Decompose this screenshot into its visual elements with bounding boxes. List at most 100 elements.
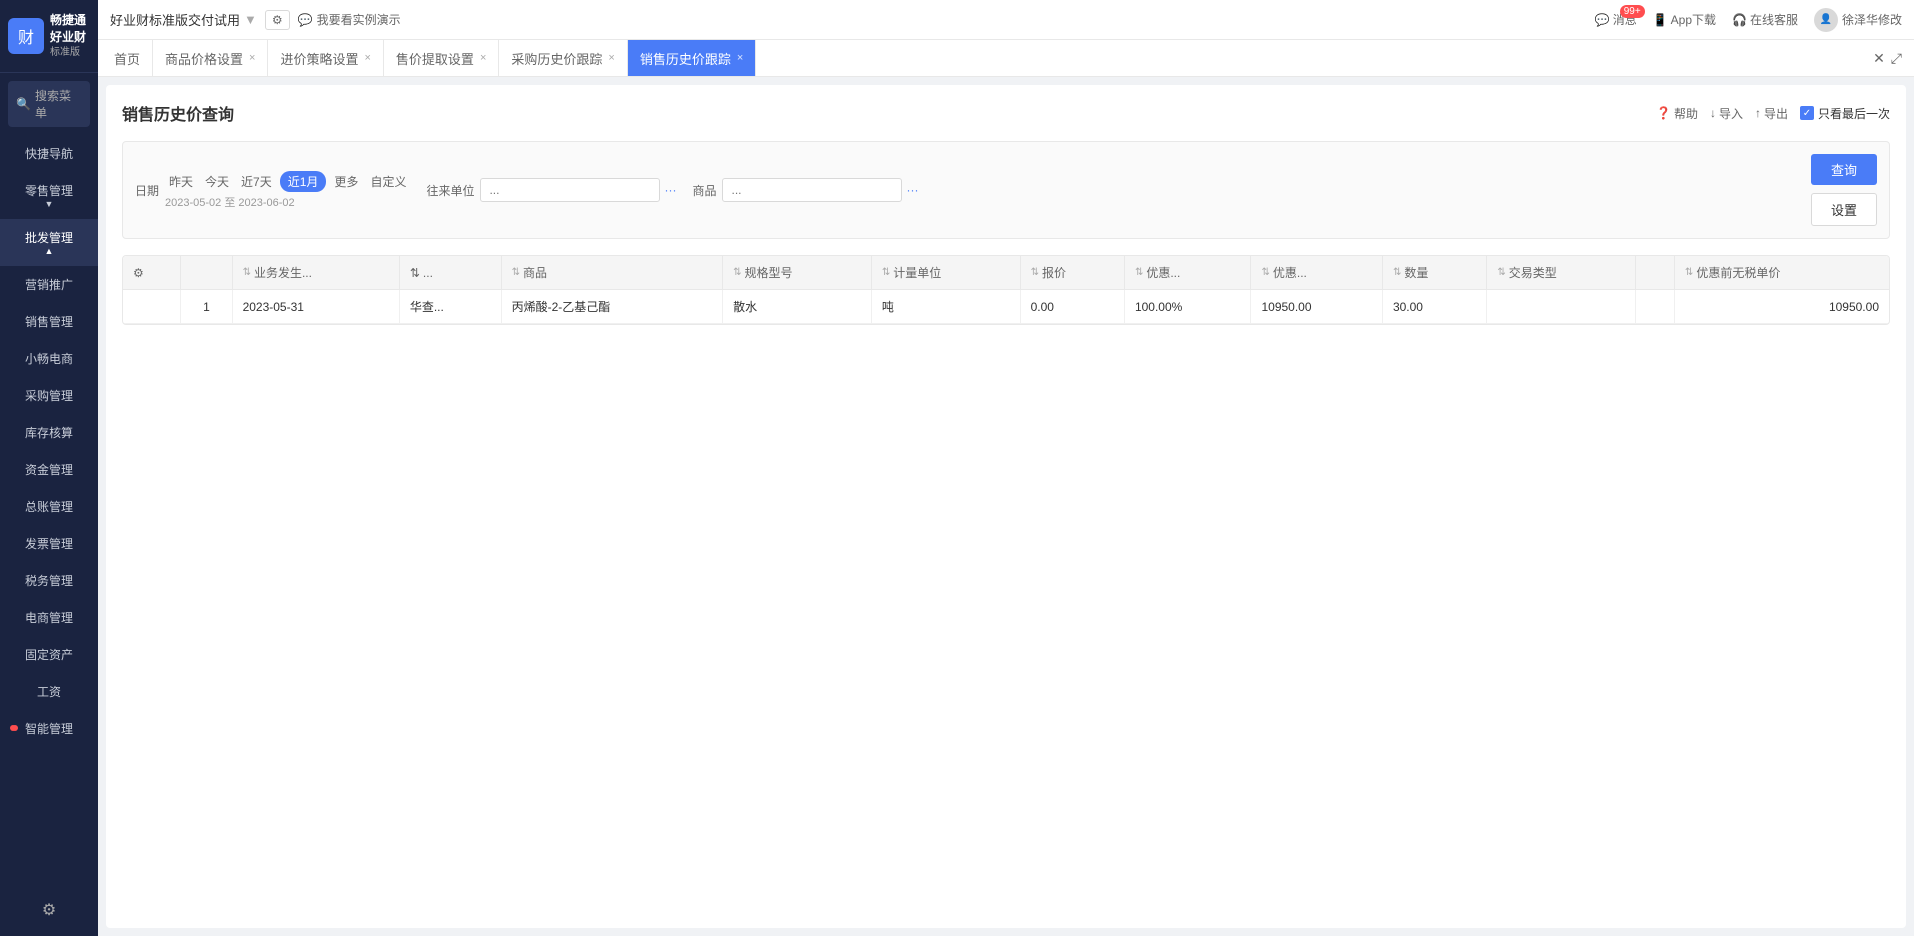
sidebar-settings-button[interactable]: ⚙ <box>8 892 90 928</box>
sidebar-item-wholesale[interactable]: 批发管理 ▲ <box>0 219 98 266</box>
col-date[interactable]: ⇅ 业务发生... <box>232 256 399 290</box>
tab-purchase-strategy[interactable]: 进价策略设置 × <box>268 40 383 76</box>
sidebar-item-retail[interactable]: 零售管理 ▼ <box>0 172 98 219</box>
ecom-small-label: 小畅电商 <box>25 350 73 367</box>
help-button[interactable]: ❓ 帮助 <box>1656 105 1698 122</box>
tab-price-settings[interactable]: 商品价格设置 × <box>153 40 268 76</box>
date-opt-more[interactable]: 更多 <box>330 171 362 192</box>
table-row: 1 2023-05-31 华查... 丙烯酸-2-乙基己酯 散水 吨 0.00 … <box>123 290 1889 324</box>
only-last-checkbox[interactable]: ✓ 只看最后一次 <box>1800 105 1890 122</box>
source-unit-group: 往来单位 ··· <box>426 178 676 202</box>
col-unit[interactable]: ⇅计量单位 <box>871 256 1020 290</box>
col-qty[interactable]: ⇅数量 <box>1382 256 1486 290</box>
col-qty-label: 数量 <box>1404 264 1428 281</box>
col-more[interactable]: ⇅... <box>399 256 501 290</box>
col-price-label: 报价 <box>1042 264 1066 281</box>
finance-label: 资金管理 <box>25 461 73 478</box>
tab-sales-history-close[interactable]: × <box>737 52 743 64</box>
user-menu[interactable]: 👤 徐泽华修改 <box>1814 8 1902 32</box>
tab-sale-extract[interactable]: 售价提取设置 × <box>384 40 499 76</box>
tab-price-settings-label: 商品价格设置 <box>165 49 243 68</box>
data-table: ⚙ ⇅ 业务发生... ⇅... ⇅商品 <box>123 256 1889 324</box>
source-unit-more[interactable]: ··· <box>664 183 676 197</box>
date-opt-custom[interactable]: 自定义 <box>366 171 410 192</box>
sidebar-item-invoice[interactable]: 发票管理 <box>0 525 98 562</box>
sidebar-item-ecom-small[interactable]: 小畅电商 <box>0 340 98 377</box>
help-label: 帮助 <box>1674 105 1698 122</box>
sidebar-item-assets[interactable]: 固定资产 <box>0 636 98 673</box>
page-title: 销售历史价查询 <box>122 101 234 125</box>
col-pretax[interactable]: ⇅优惠前无税单价 <box>1674 256 1889 290</box>
sidebar-search[interactable]: 🔍 搜索菜单 <box>0 73 98 135</box>
user-avatar: 👤 <box>1814 8 1838 32</box>
product-more[interactable]: ··· <box>906 183 918 197</box>
only-last-label: 只看最后一次 <box>1818 105 1890 122</box>
export-button[interactable]: ↑ 导出 <box>1755 105 1788 122</box>
source-unit-input[interactable] <box>480 178 660 202</box>
date-opt-today[interactable]: 今天 <box>201 171 233 192</box>
version-label: 标准版 <box>50 46 90 60</box>
page-header: 销售历史价查询 ❓ 帮助 ↓ 导入 ↑ 导出 ✓ 只看最后一次 <box>122 101 1890 125</box>
product-input[interactable] <box>722 178 902 202</box>
purchase-label: 采购管理 <box>25 387 73 404</box>
col-settings[interactable]: ⚙ <box>123 256 181 290</box>
sidebar-item-sales[interactable]: 销售管理 <box>0 303 98 340</box>
col-price[interactable]: ⇅报价 <box>1020 256 1124 290</box>
row-product: 丙烯酸-2-乙基己酯 <box>501 290 722 324</box>
source-unit-input-wrap: ··· <box>480 178 676 202</box>
date-label: 日期 <box>135 182 159 199</box>
date-range-display: 2023-05-02 至 2023-06-02 <box>165 194 410 210</box>
tab-sales-history[interactable]: 销售历史价跟踪 × <box>628 40 756 76</box>
sidebar-logo: 财 畅捷通好业财 标准版 <box>0 0 98 73</box>
import-button[interactable]: ↓ 导入 <box>1710 105 1743 122</box>
col-product[interactable]: ⇅商品 <box>501 256 722 290</box>
content-area: 销售历史价查询 ❓ 帮助 ↓ 导入 ↑ 导出 ✓ 只看最后一次 <box>106 85 1906 928</box>
sidebar-item-ecom[interactable]: 电商管理 <box>0 599 98 636</box>
filter-settings-button[interactable]: 设置 <box>1811 193 1877 226</box>
topbar-settings-button[interactable]: ⚙ <box>265 10 290 30</box>
sidebar-item-finance[interactable]: 资金管理 <box>0 451 98 488</box>
date-opt-1month[interactable]: 近1月 <box>280 171 327 192</box>
topbar-dropdown-icon: ▼ <box>244 12 257 27</box>
brand-name: 畅捷通好业财 <box>50 12 90 46</box>
app-download-button[interactable]: 📱 App下载 <box>1653 11 1716 28</box>
tab-price-settings-close[interactable]: × <box>249 52 255 64</box>
tab-home[interactable]: 首页 <box>102 40 153 76</box>
retail-label: 零售管理 <box>25 182 73 199</box>
tab-purchase-history-label: 采购历史价跟踪 <box>511 49 602 68</box>
sidebar-item-general[interactable]: 总账管理 <box>0 488 98 525</box>
date-opt-yesterday[interactable]: 昨天 <box>165 171 197 192</box>
col-spec[interactable]: ⇅规格型号 <box>723 256 872 290</box>
topbar-right: 💬 消息 99+ 📱 App下载 🎧 在线客服 👤 徐泽华修改 <box>1595 8 1902 32</box>
sidebar-item-smart[interactable]: 智能管理 <box>0 710 98 747</box>
sidebar-item-inventory[interactable]: 库存核算 <box>0 414 98 451</box>
sidebar-item-tax[interactable]: 税务管理 <box>0 562 98 599</box>
message-button[interactable]: 💬 消息 99+ <box>1595 11 1637 28</box>
col-discount2-label: 优惠... <box>1273 264 1307 281</box>
tab-expand-button[interactable]: ⤢ <box>1891 50 1902 67</box>
row-trans-type <box>1487 290 1636 324</box>
sidebar-item-marketing[interactable]: 营销推广 <box>0 266 98 303</box>
tab-purchase-history[interactable]: 采购历史价跟踪 × <box>499 40 627 76</box>
online-service-button[interactable]: 🎧 在线客服 <box>1732 11 1798 28</box>
col-discount2[interactable]: ⇅优惠... <box>1251 256 1382 290</box>
date-options: 昨天 今天 近7天 近1月 更多 自定义 <box>165 171 410 192</box>
tab-sale-extract-close[interactable]: × <box>480 52 486 64</box>
tab-purchase-history-close[interactable]: × <box>608 52 614 64</box>
tax-label: 税务管理 <box>25 572 73 589</box>
app-logo-icon: 财 <box>8 18 44 54</box>
sidebar-item-quick-nav[interactable]: 快捷导航 <box>0 135 98 172</box>
date-opt-7days[interactable]: 近7天 <box>237 171 276 192</box>
sidebar-item-salary[interactable]: 工资 <box>0 673 98 710</box>
col-trans-type[interactable]: ⇅交易类型 <box>1487 256 1636 290</box>
query-button[interactable]: 查询 <box>1811 154 1877 185</box>
settings-icon: ⚙ <box>272 13 283 27</box>
filters-panel: 日期 昨天 今天 近7天 近1月 更多 自定义 2023-05-02 至 202… <box>122 141 1890 239</box>
sidebar-item-purchase[interactable]: 采购管理 <box>0 377 98 414</box>
sidebar: 财 畅捷通好业财 标准版 🔍 搜索菜单 快捷导航 零售管理 ▼ 批发管理 ▲ 营… <box>0 0 98 936</box>
col-discount1[interactable]: ⇅优惠... <box>1124 256 1251 290</box>
row-more: 华查... <box>399 290 501 324</box>
search-menu-button[interactable]: 🔍 搜索菜单 <box>8 81 90 127</box>
tab-purchase-strategy-close[interactable]: × <box>364 52 370 64</box>
tab-close-button[interactable]: ✕ <box>1873 50 1885 67</box>
